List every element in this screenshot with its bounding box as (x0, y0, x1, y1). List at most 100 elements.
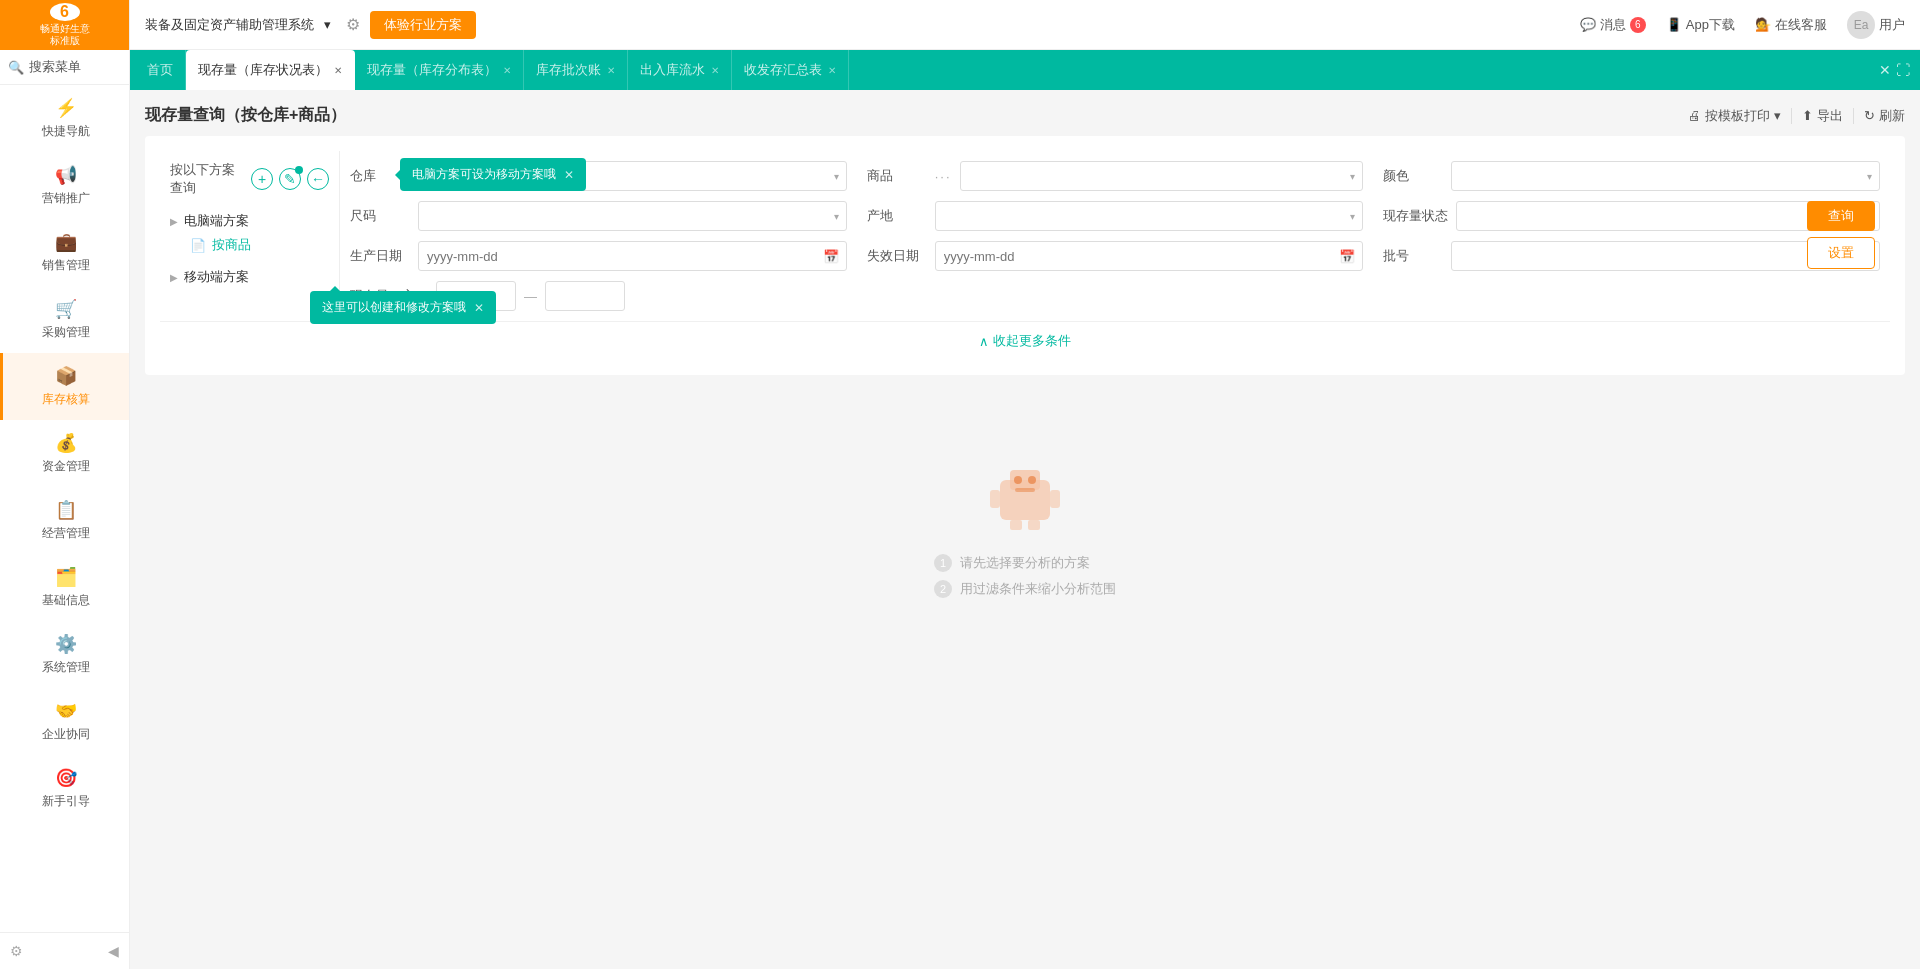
search-button[interactable]: 查询 (1807, 201, 1875, 231)
tab-inout-flow[interactable]: 出入库流水 ✕ (628, 50, 732, 90)
color-select-wrap: ▾ (1451, 161, 1880, 191)
sidebar-item-system[interactable]: ⚙️ 系统管理 (0, 621, 129, 688)
reset-button[interactable]: 设置 (1807, 237, 1875, 269)
refresh-btn[interactable]: ↻ 刷新 (1864, 107, 1905, 125)
expire-date-start-wrap: 📅 (935, 241, 1364, 271)
add-scheme-btn[interactable]: + (251, 168, 273, 190)
page-actions: 🖨 按模板打印 ▾ ⬆ 导出 ↻ 刷新 (1688, 107, 1905, 125)
message-icon: 💬 (1580, 17, 1596, 32)
back-scheme-btn[interactable]: ← (307, 168, 329, 190)
sidebar-item-marketing[interactable]: 📢 营销推广 (0, 152, 129, 219)
topbar: 装备及固定资产辅助管理系统 ▾ ⚙ 体验行业方案 💬 消息 6 📱 App下载 … (130, 0, 1920, 50)
sidebar-item-sales[interactable]: 💼 销售管理 (0, 219, 129, 286)
content-area: 现存量查询（按仓库+商品） 🖨 按模板打印 ▾ ⬆ 导出 ↻ 刷新 (130, 90, 1920, 969)
prod-date-start-input[interactable] (418, 241, 847, 271)
tab-close-receive-summary[interactable]: ✕ (828, 65, 836, 76)
industry-btn[interactable]: 体验行业方案 (370, 11, 476, 39)
form-grid-row4: 现存量（主） — (350, 281, 1880, 311)
export-btn[interactable]: ⬆ 导出 (1802, 107, 1843, 125)
more-conditions-btn[interactable]: ∧ 收起更多条件 (160, 321, 1890, 360)
system-selector[interactable]: ▾ (324, 17, 331, 32)
tooltip-scheme: 电脑方案可设为移动方案哦 ✕ (400, 158, 586, 191)
goods-dots[interactable]: ··· (935, 169, 952, 184)
collapse-btn[interactable]: ◀ (108, 943, 119, 959)
form-grid-row3: 生产日期 📅 失效日期 📅 (350, 241, 1880, 271)
svg-rect-5 (990, 490, 1000, 508)
app-download-btn[interactable]: 📱 App下载 (1666, 16, 1735, 34)
scheme-tree: ▶ 电脑端方案 📄 按商品 ▶ 移动端方案 (170, 209, 329, 289)
operation-icon: 📋 (55, 499, 77, 521)
mobile-scheme-group[interactable]: ▶ 移动端方案 (170, 265, 329, 289)
tab-close-inout-flow[interactable]: ✕ (711, 65, 719, 76)
color-input[interactable] (1451, 161, 1880, 191)
marketing-icon: 📢 (55, 164, 77, 186)
settings-btn[interactable]: ⚙ (10, 943, 23, 959)
stock-status-label: 现存量状态 (1383, 207, 1448, 225)
edit-scheme-btn[interactable]: ✎ (279, 168, 301, 190)
search-icon: 🔍 (8, 60, 24, 75)
app-logo: 6 畅通好生意 标准版 (0, 0, 129, 50)
sidebar-item-operation[interactable]: 📋 经营管理 (0, 487, 129, 554)
tab-close-inventory-status[interactable]: ✕ (334, 65, 342, 76)
origin-row: 产地 ▾ (867, 201, 1364, 231)
tab-home[interactable]: 首页 (135, 50, 186, 90)
origin-label: 产地 (867, 207, 927, 225)
divider (1791, 108, 1792, 124)
message-btn[interactable]: 💬 消息 6 (1580, 16, 1646, 34)
sidebar-item-quick-nav[interactable]: ⚡ 快捷导航 (0, 85, 129, 152)
expire-date-start-input[interactable] (935, 241, 1364, 271)
svg-point-3 (1028, 476, 1036, 484)
expire-date-row: 失效日期 📅 (867, 241, 1364, 271)
size-row: 尺码 ▾ (350, 201, 847, 231)
prod-date-row: 生产日期 📅 (350, 241, 847, 271)
settings-icon[interactable]: ⚙ (346, 15, 360, 34)
sidebar-item-purchase[interactable]: 🛒 采购管理 (0, 286, 129, 353)
tooltip-scheme-close[interactable]: ✕ (564, 168, 574, 182)
svg-rect-8 (1028, 520, 1040, 530)
tab-expand-icon[interactable]: ⛶ (1896, 62, 1910, 78)
step-num-1: 1 (934, 554, 952, 572)
batch-label: 批号 (1383, 247, 1443, 265)
origin-input[interactable] (935, 201, 1364, 231)
pc-scheme-item-goods[interactable]: 📄 按商品 (190, 233, 329, 257)
inventory-icon: 📦 (55, 365, 77, 387)
size-input[interactable] (418, 201, 847, 231)
sidebar-item-newbie[interactable]: 🎯 新手引导 (0, 755, 129, 822)
stock-main-end-input[interactable] (545, 281, 625, 311)
online-support-btn[interactable]: 💁 在线客服 (1755, 16, 1827, 34)
divider2 (1853, 108, 1854, 124)
pc-item-icon: 📄 (190, 238, 206, 253)
print-icon: 🖨 (1688, 108, 1701, 123)
page-title: 现存量查询（按仓库+商品） (145, 105, 346, 126)
sidebar-item-basic-info[interactable]: 🗂️ 基础信息 (0, 554, 129, 621)
system-icon: ⚙️ (55, 633, 77, 655)
print-template-btn[interactable]: 🖨 按模板打印 ▾ (1688, 107, 1781, 125)
tab-inventory-status[interactable]: 现存量（库存状况表） ✕ (186, 50, 355, 90)
svg-rect-4 (1015, 488, 1035, 492)
tab-receive-summary[interactable]: 收发存汇总表 ✕ (732, 50, 849, 90)
tab-close-inventory-dist[interactable]: ✕ (503, 65, 511, 76)
sales-icon: 💼 (55, 231, 77, 253)
mobile-icon: 📱 (1666, 17, 1682, 32)
user-area[interactable]: Ea 用户 (1847, 11, 1905, 39)
sidebar-item-search[interactable]: 🔍 搜索菜单 (0, 50, 129, 85)
sidebar-item-inventory[interactable]: 📦 库存核算 (0, 353, 129, 420)
empty-step-1: 1 请先选择要分析的方案 (934, 550, 1116, 576)
export-icon: ⬆ (1802, 108, 1813, 123)
svg-rect-6 (1050, 490, 1060, 508)
form-grid-row2: 尺码 ▾ 产地 ▾ (350, 201, 1880, 231)
scheme-icons: + ✎ ← (251, 168, 329, 190)
sidebar-item-finance[interactable]: 💰 资金管理 (0, 420, 129, 487)
search-header: 按以下方案查询 + ✎ ← (170, 161, 329, 197)
pc-scheme-group[interactable]: ▶ 电脑端方案 (170, 209, 329, 233)
size-label: 尺码 (350, 207, 410, 225)
tab-batch-ledger[interactable]: 库存批次账 ✕ (524, 50, 628, 90)
message-badge: 6 (1630, 17, 1646, 33)
sidebar-item-enterprise[interactable]: 🤝 企业协同 (0, 688, 129, 755)
tab-inventory-dist[interactable]: 现存量（库存分布表） ✕ (355, 50, 524, 90)
goods-input[interactable] (960, 161, 1364, 191)
tab-close-all-icon[interactable]: ✕ (1879, 62, 1891, 78)
topbar-right: 💬 消息 6 📱 App下载 💁 在线客服 Ea 用户 (1580, 11, 1905, 39)
tab-close-batch-ledger[interactable]: ✕ (607, 65, 615, 76)
tooltip-create-close[interactable]: ✕ (474, 301, 484, 315)
